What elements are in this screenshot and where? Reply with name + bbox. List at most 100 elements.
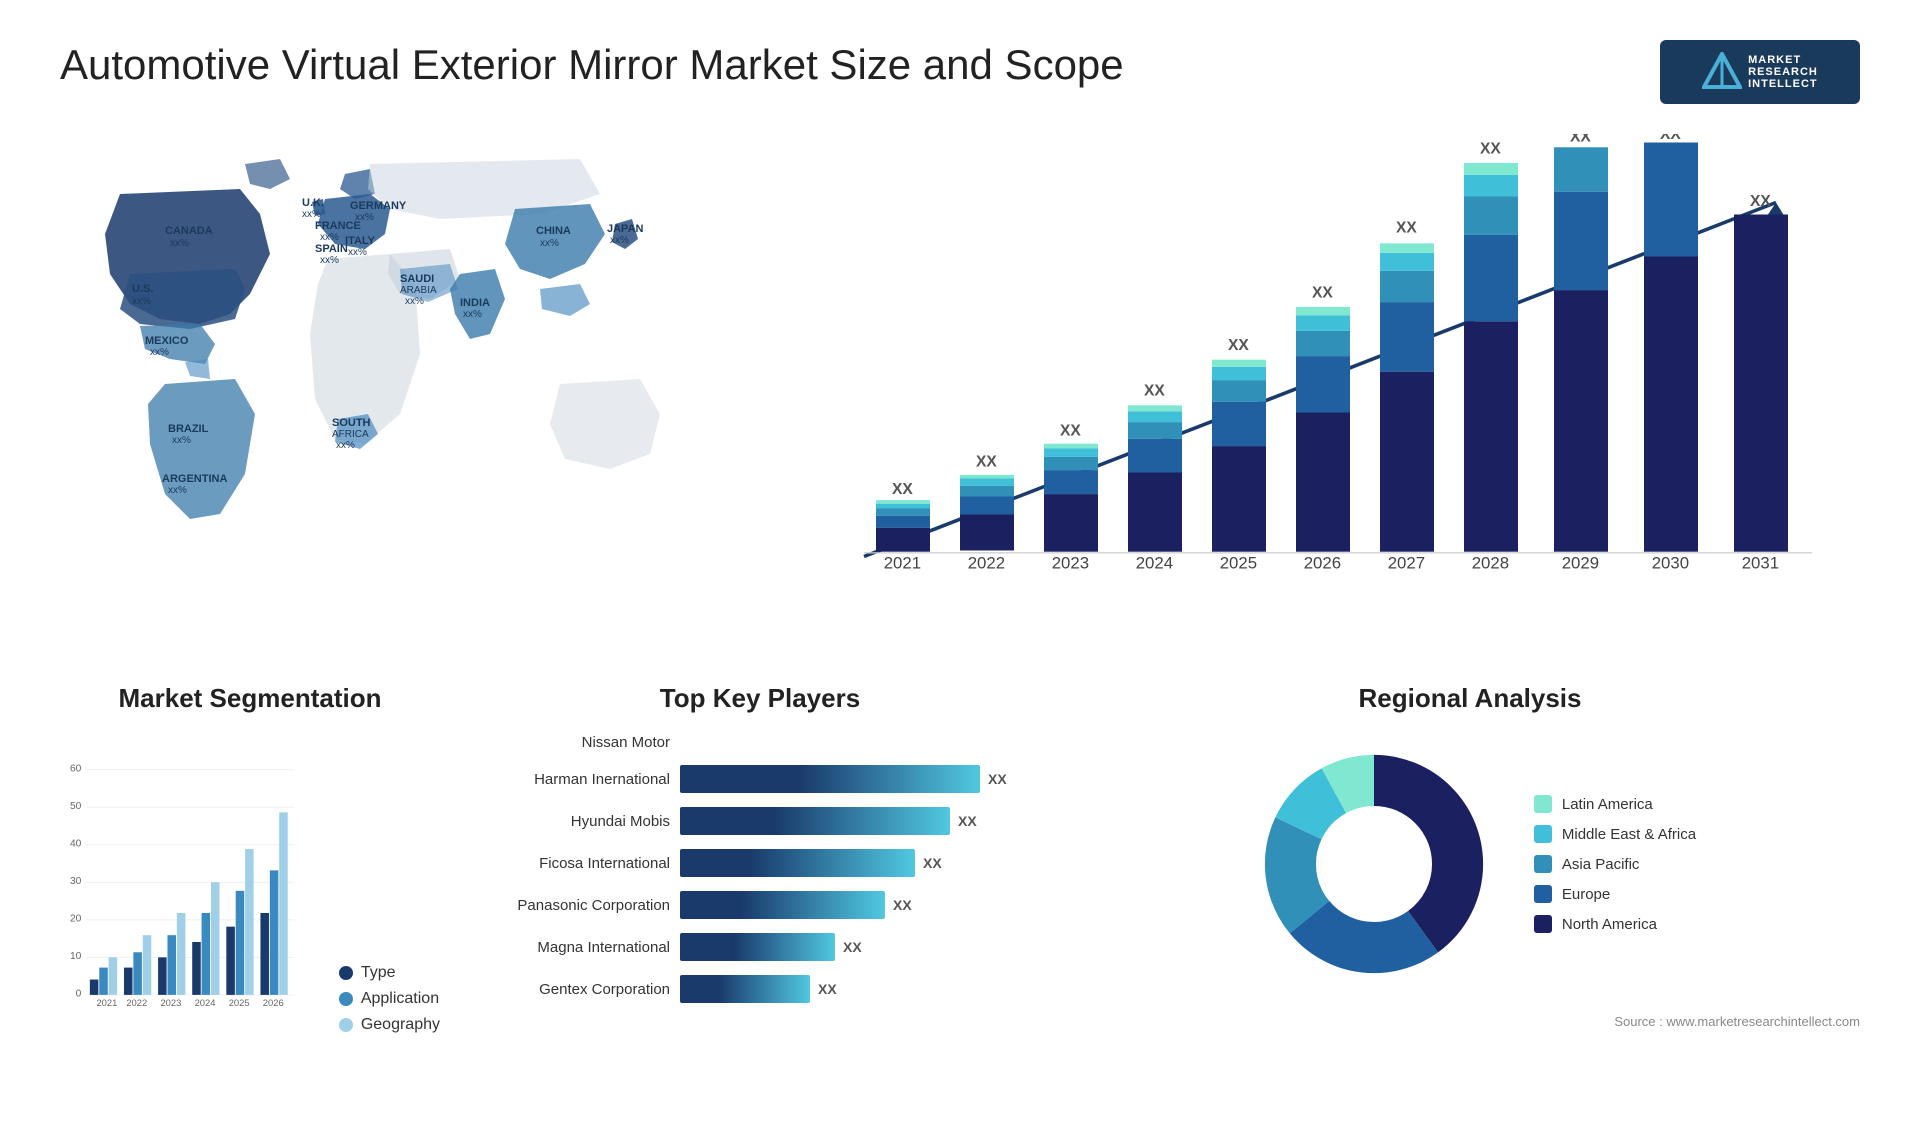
- world-map-svg: CANADA xx% U.S. xx% MEXICO xx% BRAZIL xx…: [60, 134, 740, 554]
- player-bar-label: XX: [958, 813, 977, 829]
- player-bar-wrap: XX: [680, 975, 1040, 1003]
- svg-text:30: 30: [70, 876, 82, 887]
- map-section: CANADA xx% U.S. xx% MEXICO xx% BRAZIL xx…: [60, 134, 740, 643]
- donut-wrap: Latin America Middle East & Africa Asia …: [1080, 734, 1860, 994]
- legend-color-north-america: [1534, 915, 1552, 933]
- chart-section: XX 2021 XX 2022 XX 2023: [780, 134, 1860, 643]
- legend-geography: Geography: [339, 1016, 440, 1034]
- player-row: Gentex Corporation XX: [480, 975, 1040, 1003]
- top-section: CANADA xx% U.S. xx% MEXICO xx% BRAZIL xx…: [60, 134, 1860, 643]
- player-bar-label: XX: [923, 855, 942, 871]
- player-bar-wrap: XX: [680, 849, 1040, 877]
- page-title: Automotive Virtual Exterior Mirror Marke…: [60, 40, 1124, 90]
- legend-color-europe: [1534, 885, 1552, 903]
- svg-text:SAUDI: SAUDI: [400, 273, 434, 285]
- svg-text:2025: 2025: [1220, 554, 1257, 573]
- player-bar: [680, 765, 980, 793]
- bar-chart: XX 2021 XX 2022 XX 2023: [780, 134, 1860, 643]
- player-bar: [680, 849, 915, 877]
- player-bar-wrap: XX: [680, 765, 1040, 793]
- players-list: Nissan Motor Harman Inernational XX Hyun…: [480, 734, 1040, 1003]
- legend-dot-application: [339, 992, 353, 1006]
- logo-line3: INTELLECT: [1748, 78, 1818, 90]
- player-row: Magna International XX: [480, 933, 1040, 961]
- legend-text-north-america: North America: [1562, 916, 1657, 933]
- svg-text:SOUTH: SOUTH: [332, 417, 371, 429]
- regional-title: Regional Analysis: [1080, 683, 1860, 714]
- svg-text:2027: 2027: [1388, 554, 1425, 573]
- svg-text:2023: 2023: [1052, 554, 1089, 573]
- svg-text:xx%: xx%: [463, 309, 482, 320]
- svg-text:40: 40: [70, 838, 82, 849]
- player-bar: [680, 933, 835, 961]
- player-bar-label: XX: [893, 897, 912, 913]
- svg-text:xx%: xx%: [610, 235, 629, 246]
- svg-text:XX: XX: [1570, 134, 1591, 145]
- svg-text:2026: 2026: [1304, 554, 1341, 573]
- legend-latin-america: Latin America: [1534, 795, 1696, 813]
- seg-legend: Type Application Geography: [339, 964, 440, 1034]
- legend-text-europe: Europe: [1562, 886, 1610, 903]
- svg-text:XX: XX: [1060, 422, 1081, 439]
- legend-text-asia-pacific: Asia Pacific: [1562, 856, 1640, 873]
- svg-text:xx%: xx%: [355, 212, 374, 223]
- legend-europe: Europe: [1534, 885, 1696, 903]
- svg-text:2030: 2030: [1652, 554, 1689, 573]
- donut-chart: [1244, 734, 1504, 994]
- svg-text:AFRICA: AFRICA: [332, 429, 369, 440]
- svg-text:xx%: xx%: [170, 238, 189, 249]
- legend-asia-pacific: Asia Pacific: [1534, 855, 1696, 873]
- player-bar: [680, 891, 885, 919]
- svg-text:XX: XX: [1228, 337, 1249, 354]
- page-container: Automotive Virtual Exterior Mirror Marke…: [0, 0, 1920, 1146]
- legend-color-asia-pacific: [1534, 855, 1552, 873]
- svg-text:XX: XX: [1480, 140, 1501, 157]
- legend-label-type: Type: [361, 964, 396, 982]
- svg-text:2021: 2021: [96, 998, 117, 1008]
- legend-label-geography: Geography: [361, 1016, 440, 1034]
- svg-text:XX: XX: [1144, 383, 1165, 400]
- bottom-section: Market Segmentation 0 10 20 30 40 50 60: [60, 683, 1860, 1034]
- svg-text:ARGENTINA: ARGENTINA: [162, 473, 227, 485]
- legend-color-latin-america: [1534, 795, 1552, 813]
- legend-text-middle-east-africa: Middle East & Africa: [1562, 826, 1696, 843]
- svg-text:MEXICO: MEXICO: [145, 335, 189, 347]
- svg-text:2022: 2022: [968, 554, 1005, 573]
- svg-text:xx%: xx%: [168, 485, 187, 496]
- svg-text:0: 0: [76, 989, 82, 1000]
- svg-text:ITALY: ITALY: [345, 235, 376, 247]
- svg-text:SPAIN: SPAIN: [315, 243, 348, 255]
- svg-text:xx%: xx%: [540, 238, 559, 249]
- logo-line2: RESEARCH: [1748, 66, 1818, 78]
- player-name: Hyundai Mobis: [480, 813, 670, 830]
- player-row: Ficosa International XX: [480, 849, 1040, 877]
- player-row: Panasonic Corporation XX: [480, 891, 1040, 919]
- legend-type: Type: [339, 964, 440, 982]
- svg-text:2023: 2023: [160, 998, 181, 1008]
- segmentation-title: Market Segmentation: [60, 683, 440, 714]
- svg-text:GERMANY: GERMANY: [350, 200, 407, 212]
- svg-text:XX: XX: [1750, 193, 1771, 210]
- svg-text:CANADA: CANADA: [165, 225, 213, 237]
- player-row: Hyundai Mobis XX: [480, 807, 1040, 835]
- player-bar: [680, 807, 950, 835]
- svg-text:INDIA: INDIA: [460, 297, 490, 309]
- regional-section: Regional Analysis: [1080, 683, 1860, 1034]
- player-name: Ficosa International: [480, 855, 670, 872]
- player-bar-wrap: XX: [680, 891, 1040, 919]
- svg-text:60: 60: [70, 763, 82, 774]
- player-name: Magna International: [480, 939, 670, 956]
- segmentation-chart: 0 10 20 30 40 50 60: [60, 734, 299, 1034]
- svg-text:2026: 2026: [263, 998, 284, 1008]
- svg-text:U.K.: U.K.: [302, 197, 324, 209]
- player-bar-wrap: XX: [680, 807, 1040, 835]
- legend-application: Application: [339, 990, 440, 1008]
- svg-text:2031: 2031: [1742, 554, 1779, 573]
- player-bar-label: XX: [843, 939, 862, 955]
- legend-dot-type: [339, 966, 353, 980]
- svg-text:2024: 2024: [1136, 554, 1173, 573]
- player-bar-wrap: XX: [680, 933, 1040, 961]
- logo-container: MARKET RESEARCH INTELLECT: [1660, 40, 1860, 104]
- svg-text:10: 10: [70, 951, 82, 962]
- svg-text:FRANCE: FRANCE: [315, 220, 361, 232]
